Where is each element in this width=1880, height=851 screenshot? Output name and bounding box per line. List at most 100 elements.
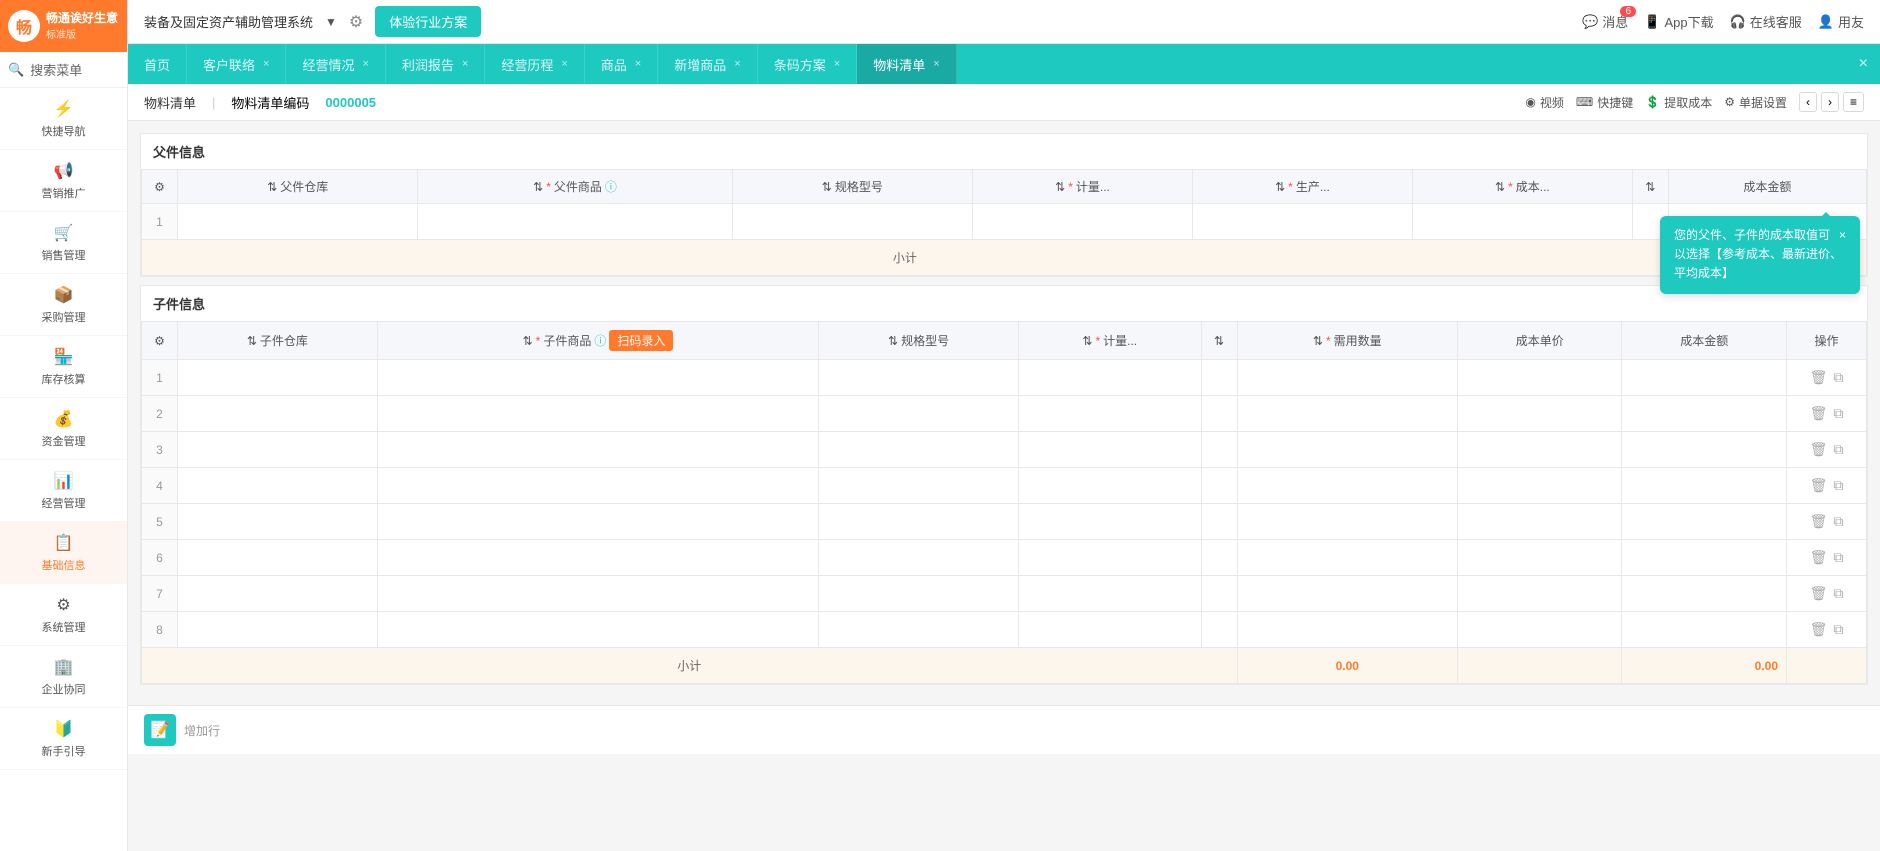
copy-icon-7[interactable]: ⧉ — [1833, 585, 1843, 602]
scan-btn[interactable]: 扫码录入 — [609, 330, 673, 351]
child-spec-6[interactable] — [819, 540, 1019, 576]
system-dropdown[interactable]: ▼ — [325, 15, 337, 29]
child-unit-8[interactable] — [1018, 612, 1201, 648]
th-settings-child[interactable]: ⚙ — [142, 322, 178, 360]
parent-goods-1[interactable] — [418, 204, 732, 240]
delete-icon-7[interactable]: 🗑 — [1810, 585, 1828, 602]
child-unit-cost-3[interactable] — [1457, 432, 1621, 468]
child-unit-cost-1[interactable] — [1457, 360, 1621, 396]
tab-customers-close[interactable]: × — [263, 58, 269, 70]
child-quantity-8[interactable] — [1237, 612, 1457, 648]
tab-goods[interactable]: 商品 × — [585, 44, 658, 84]
list-view-btn[interactable]: ≡ — [1843, 92, 1864, 112]
copy-icon-4[interactable]: ⧉ — [1833, 477, 1843, 494]
child-spec-7[interactable] — [819, 576, 1019, 612]
cost-action[interactable]: 💲 提取成本 — [1645, 94, 1712, 111]
tab-add-goods-close[interactable]: × — [734, 58, 740, 70]
child-unit-cost-6[interactable] — [1457, 540, 1621, 576]
sidebar-item-quick-nav[interactable]: ⚡ 快捷导航 — [0, 88, 127, 150]
shortcut-action[interactable]: ⌨ 快捷键 — [1576, 94, 1633, 111]
child-unit-4[interactable] — [1018, 468, 1201, 504]
sidebar-item-enterprise[interactable]: 🏢 企业协同 — [0, 646, 127, 708]
child-goods-7[interactable] — [377, 576, 819, 612]
sidebar-item-system[interactable]: ⚙ 系统管理 — [0, 584, 127, 646]
child-quantity-5[interactable] — [1237, 504, 1457, 540]
parent-unit-1[interactable] — [973, 204, 1193, 240]
delete-icon-1[interactable]: 🗑 — [1810, 369, 1828, 386]
tab-operation-history-close[interactable]: × — [561, 58, 567, 70]
child-unit-6[interactable] — [1018, 540, 1201, 576]
close-all-tabs[interactable]: × — [1847, 55, 1880, 73]
tab-customers[interactable]: 客户联络 × — [187, 44, 286, 84]
child-quantity-6[interactable] — [1237, 540, 1457, 576]
child-unit-1[interactable] — [1018, 360, 1201, 396]
copy-icon-5[interactable]: ⧉ — [1833, 513, 1843, 530]
sidebar-search[interactable]: 🔍 搜索菜单 — [0, 52, 127, 88]
app-download-btn[interactable]: 📱 App下载 — [1644, 12, 1713, 31]
child-unit-cost-4[interactable] — [1457, 468, 1621, 504]
copy-icon-6[interactable]: ⧉ — [1833, 549, 1843, 566]
child-goods-6[interactable] — [377, 540, 819, 576]
delete-icon-3[interactable]: 🗑 — [1810, 441, 1828, 458]
delete-icon-4[interactable]: 🗑 — [1810, 477, 1828, 494]
parent-produce-1[interactable] — [1193, 204, 1413, 240]
child-warehouse-3[interactable] — [178, 432, 378, 468]
sidebar-item-guide[interactable]: 🔰 新手引导 — [0, 708, 127, 770]
sidebar-item-finance[interactable]: 💰 资金管理 — [0, 398, 127, 460]
copy-icon-1[interactable]: ⧉ — [1833, 369, 1843, 386]
copy-icon-2[interactable]: ⧉ — [1833, 405, 1843, 422]
child-goods-8[interactable] — [377, 612, 819, 648]
user-btn[interactable]: 👤 用友 — [1818, 12, 1864, 31]
parent-warehouse-1[interactable] — [178, 204, 418, 240]
child-quantity-4[interactable] — [1237, 468, 1457, 504]
add-row-btn[interactable]: 📝 — [144, 714, 176, 746]
tab-home[interactable]: 首页 — [128, 44, 187, 84]
child-spec-5[interactable] — [819, 504, 1019, 540]
tab-bom-list[interactable]: 物料清单 × — [857, 44, 956, 84]
th-settings-parent[interactable]: ⚙ — [142, 170, 178, 204]
child-quantity-7[interactable] — [1237, 576, 1457, 612]
message-btn[interactable]: 💬 消息 6 — [1582, 12, 1628, 31]
child-unit-3[interactable] — [1018, 432, 1201, 468]
child-spec-8[interactable] — [819, 612, 1019, 648]
child-warehouse-6[interactable] — [178, 540, 378, 576]
sidebar-item-operation[interactable]: 📊 经营管理 — [0, 460, 127, 522]
single-settings-action[interactable]: ⚙ 单据设置 — [1724, 94, 1787, 111]
child-spec-1[interactable] — [819, 360, 1019, 396]
child-spec-3[interactable] — [819, 432, 1019, 468]
experience-btn[interactable]: 体验行业方案 — [375, 6, 481, 37]
delete-icon-2[interactable]: 🗑 — [1810, 405, 1828, 422]
child-quantity-2[interactable] — [1237, 396, 1457, 432]
child-spec-4[interactable] — [819, 468, 1019, 504]
sidebar-item-purchase[interactable]: 📦 采购管理 — [0, 274, 127, 336]
child-goods-1[interactable] — [377, 360, 819, 396]
child-goods-3[interactable] — [377, 432, 819, 468]
child-unit-5[interactable] — [1018, 504, 1201, 540]
child-goods-2[interactable] — [377, 396, 819, 432]
delete-icon-8[interactable]: 🗑 — [1810, 621, 1828, 638]
delete-icon-5[interactable]: 🗑 — [1810, 513, 1828, 530]
tab-barcode[interactable]: 条码方案 × — [758, 44, 857, 84]
prev-btn[interactable]: ‹ — [1799, 92, 1817, 112]
tab-profit-report[interactable]: 利润报告 × — [386, 44, 485, 84]
child-unit-cost-8[interactable] — [1457, 612, 1621, 648]
copy-icon-8[interactable]: ⧉ — [1833, 621, 1843, 638]
child-warehouse-2[interactable] — [178, 396, 378, 432]
child-warehouse-1[interactable] — [178, 360, 378, 396]
tab-add-goods[interactable]: 新增商品 × — [658, 44, 757, 84]
parent-spec-1[interactable] — [732, 204, 972, 240]
sidebar-item-sales[interactable]: 🛒 销售管理 — [0, 212, 127, 274]
tab-bom-list-close[interactable]: × — [933, 58, 939, 70]
sidebar-item-basic-info[interactable]: 📋 基础信息 — [0, 522, 127, 584]
sidebar-item-inventory[interactable]: 🏪 库存核算 — [0, 336, 127, 398]
tooltip-close-btn[interactable]: × — [1839, 226, 1846, 245]
child-goods-5[interactable] — [377, 504, 819, 540]
child-unit-7[interactable] — [1018, 576, 1201, 612]
child-quantity-3[interactable] — [1237, 432, 1457, 468]
breadcrumb-bom-list[interactable]: 物料清单 — [144, 93, 196, 112]
settings-icon[interactable]: ⚙ — [349, 12, 363, 32]
child-quantity-1[interactable] — [1237, 360, 1457, 396]
parent-cost-1[interactable] — [1412, 204, 1632, 240]
tab-barcode-close[interactable]: × — [834, 58, 840, 70]
tab-profit-report-close[interactable]: × — [462, 58, 468, 70]
